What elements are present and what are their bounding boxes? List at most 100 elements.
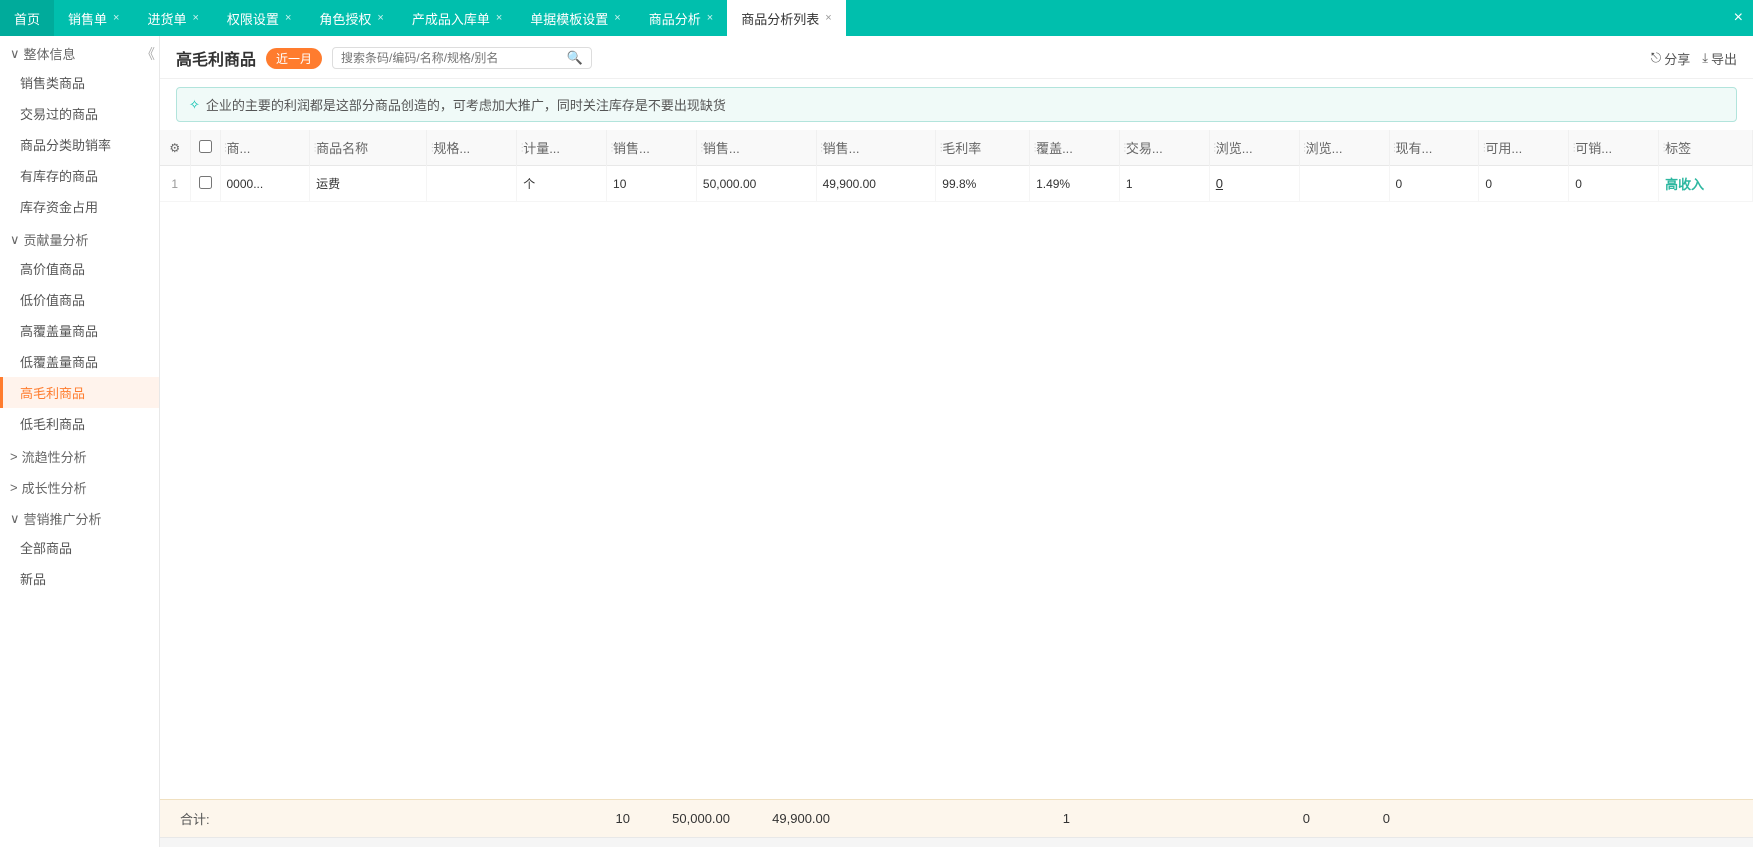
sidebar-item-sales-goods[interactable]: 销售类商品 (0, 67, 159, 98)
row-code: 0000... (220, 166, 310, 202)
nav-product-analysis-list[interactable]: 商品分析列表 × (727, 0, 845, 36)
footer-label: 合计: (176, 809, 336, 828)
col-view2: ⋮ 浏览... (1299, 130, 1389, 166)
row-tag: 高收入 (1659, 166, 1753, 202)
col-coverage: ⋮ 覆盖... (1030, 130, 1120, 166)
sidebar-item-traded-goods[interactable]: 交易过的商品 (0, 98, 159, 129)
sidebar-item-new-goods[interactable]: 新品 (0, 563, 159, 594)
sidebar-item-high-margin[interactable]: 高毛利商品 (0, 377, 159, 408)
content-area: 高毛利商品 近一月 🔍 ⎋ 分享 ⤓ 导出 ✧ 企业的主要的利润都是这部分商品创… (160, 36, 1753, 847)
nav-product-stock-close[interactable]: × (496, 12, 502, 24)
row-coverage: 1.49% (1030, 166, 1120, 202)
search-input[interactable] (341, 51, 567, 65)
sidebar-item-category-rate[interactable]: 商品分类助销率 (0, 129, 159, 160)
row-view1[interactable]: 0 (1209, 166, 1299, 202)
row-sale-amount: 50,000.00 (696, 166, 816, 202)
row-unit: 个 (517, 166, 607, 202)
nav-product-analysis[interactable]: 商品分析 × (635, 0, 727, 36)
nav-product-stock[interactable]: 产成品入库单 × (398, 0, 516, 36)
row-gross-margin: 99.8% (936, 166, 1030, 202)
row-saleable: 0 (1569, 166, 1659, 202)
close-all-button[interactable]: × (1734, 9, 1743, 27)
row-num: 1 (160, 166, 190, 202)
row-checkbox[interactable] (190, 166, 220, 202)
sidebar: 《 ∨ 整体信息 销售类商品 交易过的商品 商品分类助销率 有库存的商品 库存资… (0, 36, 160, 847)
export-button[interactable]: ⤓ 导出 (1702, 49, 1737, 68)
table-row: 1 0000... 运费 个 10 50,000.00 49,900.00 99… (160, 166, 1753, 202)
main-layout: 《 ∨ 整体信息 销售类商品 交易过的商品 商品分类助销率 有库存的商品 库存资… (0, 36, 1753, 847)
nav-permission-close[interactable]: × (285, 12, 291, 24)
sidebar-group-overall[interactable]: ∨ 整体信息 (0, 36, 159, 67)
footer-sale-profit: 49,900.00 (736, 811, 836, 826)
group-arrow-overall: ∨ (10, 46, 20, 62)
bottom-scrollbar[interactable] (160, 837, 1753, 847)
row-spec (427, 166, 517, 202)
nav-template[interactable]: 单据模板设置 × (516, 0, 634, 36)
content-header: 高毛利商品 近一月 🔍 ⎋ 分享 ⤓ 导出 (160, 36, 1753, 79)
sidebar-item-stock-capital[interactable]: 库存资金占用 (0, 191, 159, 222)
sidebar-item-in-stock[interactable]: 有库存的商品 (0, 160, 159, 191)
row-available-stock: 0 (1479, 166, 1569, 202)
col-spec: ⋮ 规格... (427, 130, 517, 166)
nav-product-analysis-list-close[interactable]: × (825, 12, 831, 24)
page-title: 高毛利商品 (176, 46, 256, 70)
nav-role[interactable]: 角色授权 × (305, 0, 397, 36)
footer-available-stock: 0 (1316, 811, 1396, 826)
share-icon: ⎋ (1651, 50, 1661, 66)
col-gear[interactable]: ⚙ (160, 130, 190, 166)
sidebar-group-growth[interactable]: > 成长性分析 (0, 470, 159, 501)
col-sale-qty: ⋮ 销售... (607, 130, 697, 166)
col-current-stock: ⋮ 现有... (1389, 130, 1479, 166)
nav-product-analysis-close[interactable]: × (707, 12, 713, 24)
nav-template-close[interactable]: × (614, 12, 620, 24)
group-arrow-growth: > (10, 480, 18, 495)
group-arrow-trend: > (10, 449, 18, 464)
row-view2 (1299, 166, 1389, 202)
sidebar-group-trend[interactable]: > 流趋性分析 (0, 439, 159, 470)
sidebar-item-high-coverage[interactable]: 高覆盖量商品 (0, 315, 159, 346)
col-tag: ⋮ 标签 (1659, 130, 1753, 166)
col-gross-margin: ⋮ 毛利率 (936, 130, 1030, 166)
footer-sale-qty: 10 (556, 811, 636, 826)
nav-sales[interactable]: 销售单 × (54, 0, 133, 36)
nav-purchase[interactable]: 进货单 × (133, 0, 212, 36)
footer-sale-amount: 50,000.00 (636, 811, 736, 826)
row-sale-qty: 10 (607, 166, 697, 202)
sidebar-item-low-margin[interactable]: 低毛利商品 (0, 408, 159, 439)
footer-current-stock: 0 (1236, 811, 1316, 826)
nav-purchase-close[interactable]: × (192, 12, 198, 24)
sidebar-item-low-value[interactable]: 低价值商品 (0, 284, 159, 315)
footer-total: 合计: 10 50,000.00 49,900.00 1 0 0 (160, 799, 1753, 837)
filter-month-button[interactable]: 近一月 (266, 48, 322, 69)
table-wrapper: ⚙ ⋮ 商... ⋮ 商品名称 ⋮ 规格... ⋮ 计量... ⋮ 销售... … (160, 130, 1753, 799)
nav-role-close[interactable]: × (377, 12, 383, 24)
col-name: ⋮ 商品名称 (310, 130, 427, 166)
sidebar-item-low-coverage[interactable]: 低覆盖量商品 (0, 346, 159, 377)
col-view1: ⋮ 浏览... (1209, 130, 1299, 166)
select-all-checkbox[interactable] (199, 140, 212, 153)
sidebar-item-high-value[interactable]: 高价值商品 (0, 253, 159, 284)
sidebar-group-contribution[interactable]: ∨ 贡献量分析 (0, 222, 159, 253)
col-unit: ⋮ 计量... (517, 130, 607, 166)
row-current-stock: 0 (1389, 166, 1479, 202)
search-icon[interactable]: 🔍 (567, 50, 583, 66)
footer-trade: 1 (996, 811, 1076, 826)
data-table: ⚙ ⋮ 商... ⋮ 商品名称 ⋮ 规格... ⋮ 计量... ⋮ 销售... … (160, 130, 1753, 202)
info-banner: ✧ 企业的主要的利润都是这部分商品创造的，可考虑加大推广，同时关注库存是不要出现… (176, 87, 1737, 122)
sidebar-item-all-goods[interactable]: 全部商品 (0, 532, 159, 563)
col-code: ⋮ 商... (220, 130, 310, 166)
col-checkbox[interactable] (190, 130, 220, 166)
sidebar-collapse-button[interactable]: 《 (141, 44, 155, 64)
table-header-row: ⚙ ⋮ 商... ⋮ 商品名称 ⋮ 规格... ⋮ 计量... ⋮ 销售... … (160, 130, 1753, 166)
col-sale-amount: ⋮ 销售... (696, 130, 816, 166)
nav-permission[interactable]: 权限设置 × (213, 0, 305, 36)
sidebar-group-marketing[interactable]: ∨ 营销推广分析 (0, 501, 159, 532)
col-available-stock: ⋮ 可用... (1479, 130, 1569, 166)
top-navigation: 首页 销售单 × 进货单 × 权限设置 × 角色授权 × 产成品入库单 × 单据… (0, 0, 1753, 36)
share-button[interactable]: ⎋ 分享 (1651, 49, 1690, 68)
nav-sales-close[interactable]: × (113, 12, 119, 24)
export-icon: ⤓ (1702, 50, 1708, 66)
nav-home[interactable]: 首页 (0, 0, 54, 36)
col-sale-profit: ⋮ 销售... (816, 130, 936, 166)
info-icon: ✧ (189, 97, 200, 113)
